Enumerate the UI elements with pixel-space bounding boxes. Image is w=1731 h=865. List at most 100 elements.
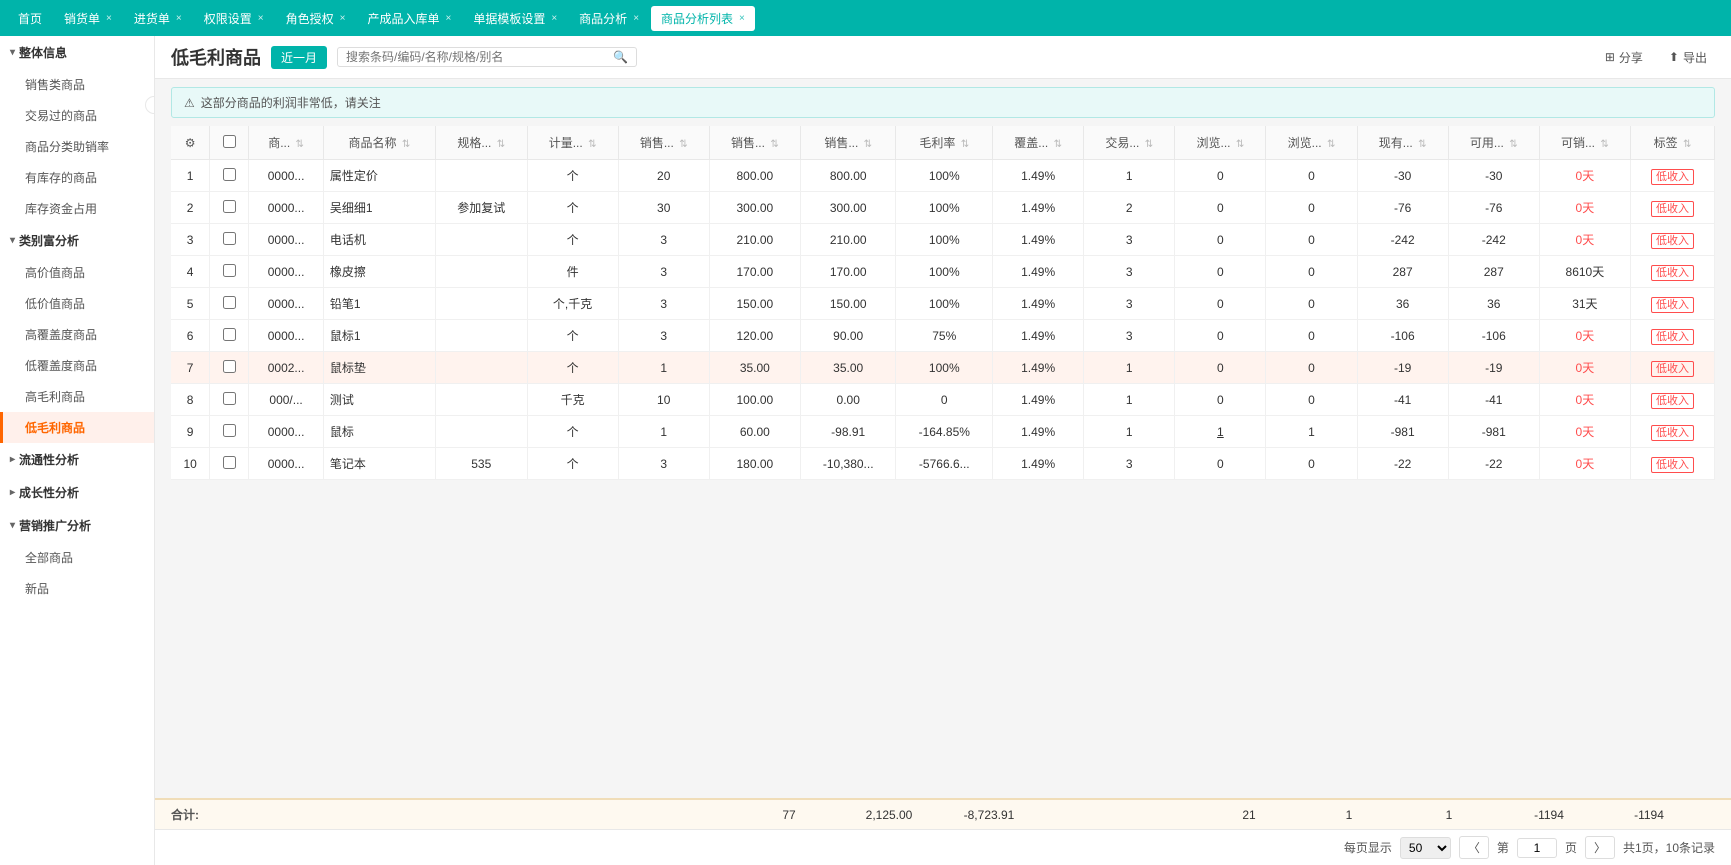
sort-icon-avail[interactable]: ⇅ [1509, 139, 1517, 150]
cell-browse1[interactable]: 0 [1175, 288, 1266, 320]
nav-item-product-in[interactable]: 产成品入库单 × [357, 6, 461, 31]
sidebar-item-high-margin[interactable]: 高毛利商品 [0, 381, 154, 412]
sidebar-group-growth[interactable]: ▸ 成长性分析 [0, 476, 154, 509]
nav-close-role[interactable]: × [340, 13, 346, 24]
sidebar-group-category[interactable]: ▾ 类别富分析 [0, 224, 154, 257]
cell-browse1[interactable]: 1 [1175, 416, 1266, 448]
sidebar-item-stocked-goods[interactable]: 有库存的商品 [0, 162, 154, 193]
sort-icon-spec[interactable]: ⇅ [497, 139, 505, 150]
nav-item-role[interactable]: 角色授权 × [276, 6, 356, 31]
nav-item-purchase[interactable]: 进货单 × [124, 6, 192, 31]
nav-item-analysis-list[interactable]: 商品分析列表 × [651, 6, 755, 31]
nav-item-home[interactable]: 首页 [8, 6, 52, 31]
export-button[interactable]: ⬆ 导出 [1661, 46, 1715, 69]
sidebar-item-high-coverage[interactable]: 高覆盖度商品 [0, 319, 154, 350]
sidebar-item-low-value[interactable]: 低价值商品 [0, 288, 154, 319]
search-icon[interactable]: 🔍 [613, 50, 628, 64]
sidebar-item-sales-goods[interactable]: 销售类商品 [0, 69, 154, 100]
nav-item-permission[interactable]: 权限设置 × [194, 6, 274, 31]
cell-checkbox[interactable] [210, 384, 249, 416]
sort-icon-price[interactable]: ⇅ [770, 139, 778, 150]
sidebar-group-flow[interactable]: ▸ 流通性分析 [0, 443, 154, 476]
row-checkbox[interactable] [223, 456, 236, 469]
search-input[interactable] [346, 50, 609, 64]
sidebar-item-low-margin[interactable]: 低毛利商品 [0, 412, 154, 443]
nav-close-analysis-list[interactable]: × [739, 13, 745, 24]
table-container[interactable]: ⚙ 商... ⇅ 商品名称 ⇅ 规格... ⇅ 计量... ⇅ 销售... ⇅ … [171, 126, 1715, 798]
nav-close-template[interactable]: × [551, 13, 557, 24]
cell-name: 属性定价 [323, 160, 435, 192]
cell-checkbox[interactable] [210, 160, 249, 192]
sidebar-item-all-goods[interactable]: 全部商品 [0, 542, 154, 573]
total-stock: -1194 [1509, 808, 1589, 822]
cell-checkbox[interactable] [210, 320, 249, 352]
cell-browse1[interactable]: 0 [1175, 160, 1266, 192]
sidebar-item-low-coverage[interactable]: 低覆盖度商品 [0, 350, 154, 381]
sort-icon-code[interactable]: ⇅ [296, 139, 304, 150]
cell-checkbox[interactable] [210, 224, 249, 256]
row-checkbox[interactable] [223, 328, 236, 341]
cell-browse1[interactable]: 0 [1175, 320, 1266, 352]
cell-browse1[interactable]: 0 [1175, 448, 1266, 480]
sort-icon-tag[interactable]: ⇅ [1683, 139, 1691, 150]
cell-avail: -106 [1448, 320, 1539, 352]
sort-icon-browse1[interactable]: ⇅ [1236, 139, 1244, 150]
cell-browse1[interactable]: 0 [1175, 256, 1266, 288]
col-settings[interactable]: ⚙ [171, 126, 210, 160]
row-checkbox[interactable] [223, 392, 236, 405]
cell-browse1[interactable]: 0 [1175, 192, 1266, 224]
sort-icon-saleable[interactable]: ⇅ [1600, 139, 1608, 150]
nav-item-sales[interactable]: 销货单 × [54, 6, 122, 31]
prev-page-btn[interactable]: 〈 [1459, 836, 1489, 859]
sidebar-group-overall[interactable]: ▾ 整体信息 [0, 36, 154, 69]
per-page-select[interactable]: 50 100 200 [1400, 837, 1451, 859]
sort-icon-stock[interactable]: ⇅ [1418, 139, 1426, 150]
row-checkbox[interactable] [223, 200, 236, 213]
nav-item-analysis[interactable]: 商品分析 × [569, 6, 649, 31]
sort-icon-amount[interactable]: ⇅ [864, 139, 872, 150]
cell-checkbox[interactable] [210, 256, 249, 288]
next-page-btn[interactable]: 〉 [1585, 836, 1615, 859]
sort-icon-qty[interactable]: ⇅ [679, 139, 687, 150]
row-checkbox[interactable] [223, 168, 236, 181]
nav-close-product-in[interactable]: × [445, 13, 451, 24]
cell-checkbox[interactable] [210, 288, 249, 320]
cell-checkbox[interactable] [210, 416, 249, 448]
cell-tag: 低收入 [1630, 224, 1714, 256]
cell-browse1[interactable]: 0 [1175, 224, 1266, 256]
cell-checkbox[interactable] [210, 448, 249, 480]
cell-browse1[interactable]: 0 [1175, 384, 1266, 416]
sidebar-item-category-rate[interactable]: 商品分类助销率 [0, 131, 154, 162]
sidebar-item-new-goods[interactable]: 新品 [0, 573, 154, 604]
cell-qty: 1 [618, 352, 709, 384]
sidebar-item-stock-capital[interactable]: 库存资金占用 [0, 193, 154, 224]
share-button[interactable]: ⊞ 分享 [1597, 46, 1651, 69]
nav-item-template[interactable]: 单据模板设置 × [463, 6, 567, 31]
col-checkbox-header[interactable] [210, 126, 249, 160]
sidebar-group-marketing[interactable]: ▾ 营销推广分析 [0, 509, 154, 542]
cell-browse2: 0 [1266, 352, 1357, 384]
nav-close-purchase[interactable]: × [176, 13, 182, 24]
row-checkbox[interactable] [223, 424, 236, 437]
sort-icon-name[interactable]: ⇅ [402, 139, 410, 150]
sort-icon-trades[interactable]: ⇅ [1145, 139, 1153, 150]
sort-icon-browse2[interactable]: ⇅ [1327, 139, 1335, 150]
sort-icon-unit[interactable]: ⇅ [588, 139, 596, 150]
sidebar-item-traded-goods[interactable]: 交易过的商品 [0, 100, 154, 131]
cell-browse1[interactable]: 0 [1175, 352, 1266, 384]
page-input[interactable] [1517, 838, 1557, 858]
cell-checkbox[interactable] [210, 192, 249, 224]
nav-close-analysis[interactable]: × [633, 13, 639, 24]
nav-close-sales[interactable]: × [106, 13, 112, 24]
sidebar-item-high-value[interactable]: 高价值商品 [0, 257, 154, 288]
period-button[interactable]: 近一月 [271, 46, 327, 69]
select-all-checkbox[interactable] [223, 135, 236, 148]
row-checkbox[interactable] [223, 232, 236, 245]
row-checkbox[interactable] [223, 296, 236, 309]
row-checkbox[interactable] [223, 360, 236, 373]
row-checkbox[interactable] [223, 264, 236, 277]
sort-icon-coverage[interactable]: ⇅ [1054, 139, 1062, 150]
sort-icon-gross[interactable]: ⇅ [961, 139, 969, 150]
cell-checkbox[interactable] [210, 352, 249, 384]
nav-close-permission[interactable]: × [258, 13, 264, 24]
